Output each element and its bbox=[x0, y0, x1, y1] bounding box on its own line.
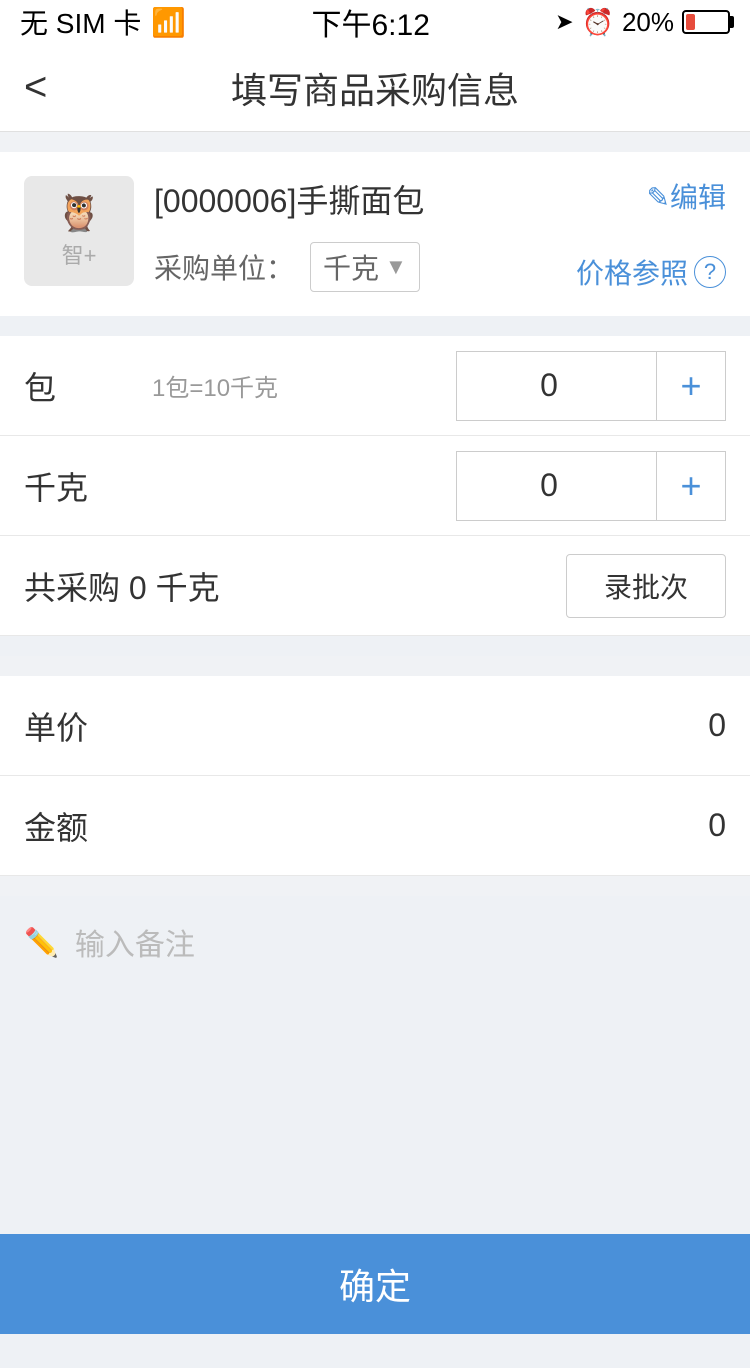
kg-label: 千克 bbox=[24, 463, 144, 509]
price-ref-label: 价格参照 bbox=[576, 252, 688, 292]
back-button[interactable]: < bbox=[24, 65, 47, 110]
chevron-down-icon: ▼ bbox=[385, 254, 407, 280]
unit-price-row: 单价 0 bbox=[0, 676, 750, 776]
alarm-icon: ⏰ bbox=[582, 7, 614, 38]
quantity-section: 包 1包=10千克 + 千克 + bbox=[0, 336, 750, 536]
info-section: 单价 0 金额 0 bbox=[0, 676, 750, 876]
kg-input-wrap: + bbox=[456, 451, 726, 521]
kg-row: 千克 + bbox=[0, 436, 750, 536]
battery-icon bbox=[682, 10, 730, 34]
product-logo-text: 智+ bbox=[62, 238, 97, 270]
section-divider-1 bbox=[0, 316, 750, 336]
edit-label: ✎编辑 bbox=[647, 176, 726, 216]
bao-plus-button[interactable]: + bbox=[656, 351, 726, 421]
bao-row: 包 1包=10千克 + bbox=[0, 336, 750, 436]
unit-price-value: 0 bbox=[708, 707, 726, 744]
product-card: 🦉 智+ [0000006]手撕面包 采购单位： 千克 ▼ ✎编辑 价格参照 ? bbox=[0, 152, 750, 316]
battery-percent: 20% bbox=[622, 7, 674, 38]
kg-plus-button[interactable]: + bbox=[656, 451, 726, 521]
page-title: 填写商品采购信息 bbox=[231, 62, 519, 114]
question-icon: ? bbox=[694, 256, 726, 288]
total-row: 共采购 0 千克 录批次 bbox=[0, 536, 750, 636]
status-left: 无 SIM 卡 📶 bbox=[20, 2, 186, 42]
unit-label-text: 采购单位： bbox=[154, 247, 294, 287]
bao-input-wrap: + bbox=[456, 351, 726, 421]
no-sim-label: 无 SIM 卡 bbox=[20, 2, 141, 42]
product-name: [0000006]手撕面包 bbox=[154, 176, 726, 222]
nav-bar: < 填写商品采购信息 bbox=[0, 44, 750, 132]
confirm-button[interactable]: 确定 bbox=[0, 1234, 750, 1334]
location-arrow-icon: ➤ bbox=[555, 9, 573, 35]
bao-quantity-input[interactable] bbox=[456, 351, 656, 421]
amount-row: 金额 0 bbox=[0, 776, 750, 876]
note-placeholder: 输入备注 bbox=[75, 920, 195, 964]
amount-label: 金额 bbox=[24, 803, 708, 849]
unit-value: 千克 bbox=[323, 247, 379, 287]
amount-value: 0 bbox=[708, 807, 726, 844]
unit-price-label: 单价 bbox=[24, 703, 708, 749]
bao-label: 包 bbox=[24, 363, 144, 409]
status-right: ➤ ⏰ 20% bbox=[555, 7, 730, 38]
price-ref-button[interactable]: 价格参照 ? bbox=[576, 252, 726, 292]
wifi-icon: 📶 bbox=[151, 6, 186, 39]
status-bar: 无 SIM 卡 📶 下午6:12 ➤ ⏰ 20% bbox=[0, 0, 750, 44]
record-batch-button[interactable]: 录批次 bbox=[566, 554, 726, 618]
status-time: 下午6:12 bbox=[311, 0, 429, 44]
total-label: 共采购 0 千克 bbox=[24, 563, 566, 609]
kg-quantity-input[interactable] bbox=[456, 451, 656, 521]
edit-button[interactable]: ✎编辑 bbox=[647, 176, 726, 216]
note-section[interactable]: ✏️ 输入备注 bbox=[0, 896, 750, 988]
pencil-icon: ✏️ bbox=[24, 926, 59, 959]
section-divider-2 bbox=[0, 636, 750, 656]
unit-selector[interactable]: 千克 ▼ bbox=[310, 242, 420, 292]
product-image: 🦉 智+ bbox=[24, 176, 134, 286]
bao-sublabel: 1包=10千克 bbox=[152, 368, 456, 403]
